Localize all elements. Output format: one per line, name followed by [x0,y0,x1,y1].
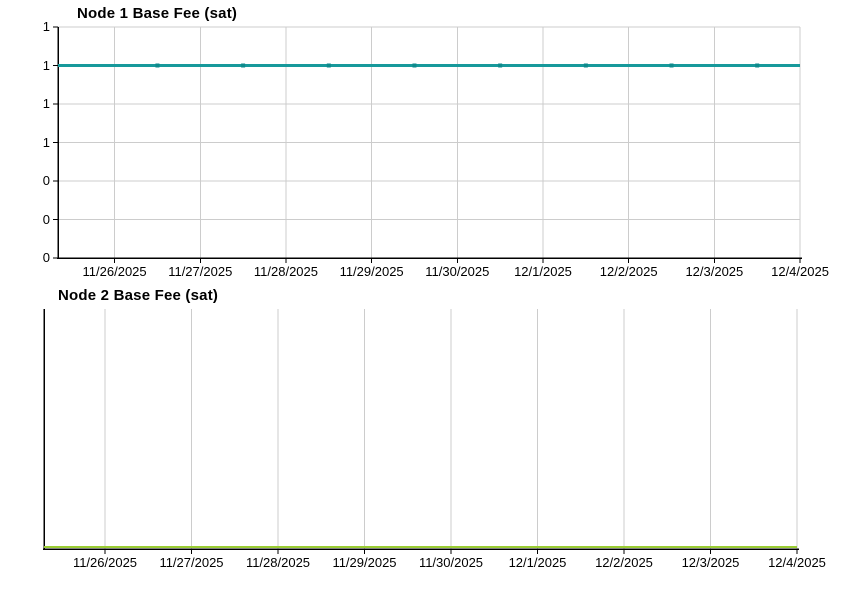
y-tick-label: 0 [42,250,50,265]
y-tick-label: 1 [42,19,50,34]
series-marker [755,63,760,68]
y-tick-label: 1 [42,57,50,73]
x-tick-label: 11/29/2025 [332,555,397,570]
y-tick-label: 1 [42,96,50,111]
x-tick-label: 12/2/2025 [595,555,653,570]
charts-page: Node 1 Base Fee (sat) Node 2 Base Fee (s… [0,0,860,600]
series-marker [241,63,246,68]
x-tick-label: 11/30/2025 [418,555,484,570]
chart-node2-title: Node 2 Base Fee (sat) [58,287,219,304]
y-tick-label: 0 [42,211,50,227]
x-tick-label: 11/28/2025 [245,555,311,570]
series-marker [583,63,588,68]
x-tick-label: 12/1/2025 [514,264,572,279]
x-tick-label: 12/3/2025 [685,264,744,279]
x-tick-label: 12/4/2025 [768,555,826,570]
series-marker [155,63,160,68]
x-tick-label: 11/26/2025 [82,264,147,279]
x-tick-label: 11/27/2025 [159,555,224,570]
x-tick-label: 11/30/2025 [425,264,490,279]
y-tick-label: 0 [42,173,50,188]
x-tick-label: 11/26/2025 [72,555,138,570]
y-tick-label: 1 [42,134,50,150]
x-tick-label: 12/3/2025 [681,555,740,570]
x-tick-label: 11/29/2025 [339,264,404,279]
x-tick-label: 11/28/2025 [253,264,318,279]
series-marker [669,63,674,68]
x-tick-label: 11/27/2025 [168,264,233,279]
series-marker [412,63,417,68]
x-tick-label: 12/4/2025 [771,264,829,279]
x-tick-label: 12/1/2025 [508,555,567,570]
series-marker [498,63,503,68]
series-marker [326,63,331,68]
chart-node1-title: Node 1 Base Fee (sat) [77,5,238,22]
x-tick-label: 12/2/2025 [599,264,658,279]
